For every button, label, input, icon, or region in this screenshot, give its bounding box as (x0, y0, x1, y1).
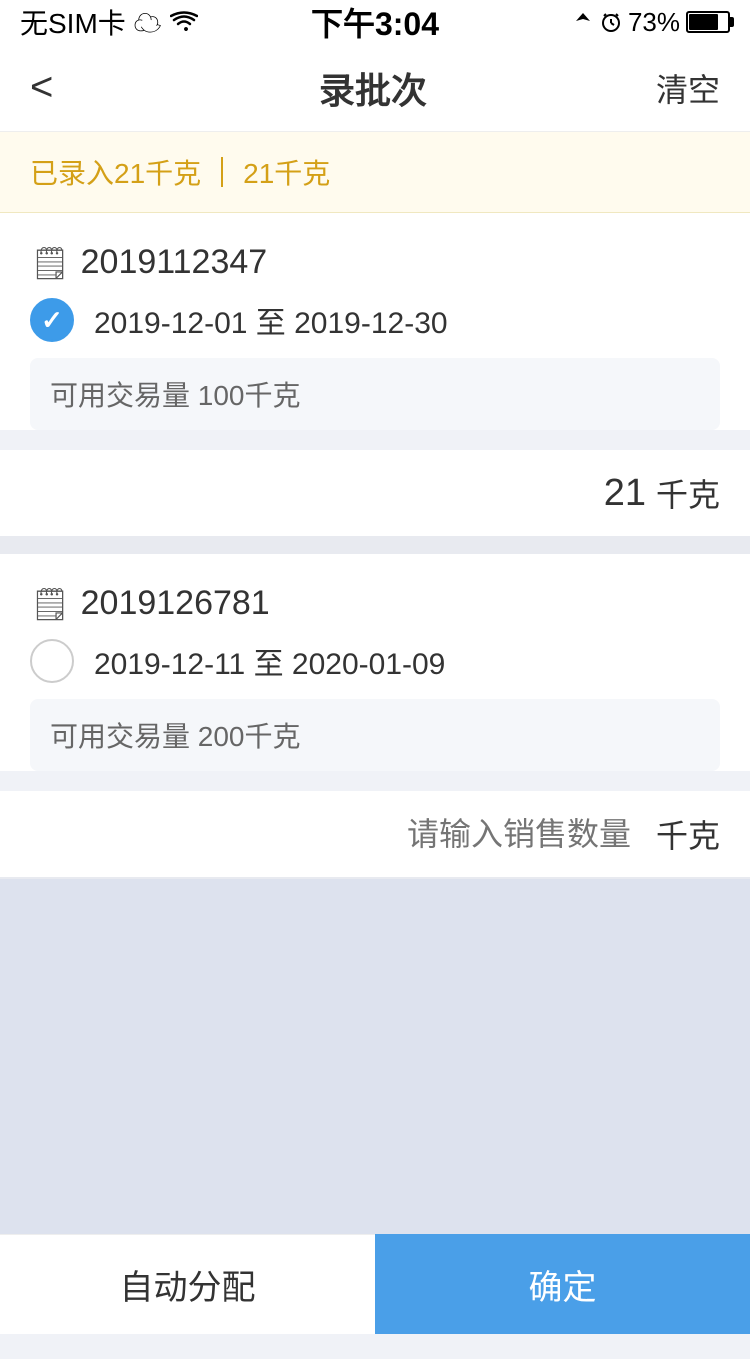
batch2-availability: 可用交易量 200千克 (30, 699, 720, 771)
batch2-row: 2019-12-11 至 2020-01-09 (30, 639, 720, 683)
status-left: 无SIM卡 ☁ (20, 2, 198, 42)
batch1-quantity-unit: 千克 (656, 470, 720, 516)
bottom-space (0, 879, 750, 1259)
batch2-input-row: 千克 (0, 791, 750, 879)
sim-label: 无SIM卡 ☁ (20, 2, 162, 42)
info-banner: 已录入21千克 21千克 (0, 132, 750, 213)
battery-percent: 73% (628, 7, 680, 38)
battery-icon (686, 11, 730, 33)
batch1-date-range: 2019-12-01 至 2019-12-30 (94, 298, 448, 342)
batch2-card: 🗒 2019126781 2019-12-11 至 2020-01-09 可用交… (0, 554, 750, 771)
batch1-quantity-row: 21 千克 (0, 450, 750, 538)
batch2-availability-text: 可用交易量 200千克 (50, 721, 301, 752)
batch2-date-range: 2019-12-11 至 2020-01-09 (94, 639, 445, 683)
wifi-icon (170, 11, 198, 33)
status-right: 73% (572, 7, 730, 38)
alarm-icon (600, 11, 622, 33)
batch1-availability: 可用交易量 100千克 (30, 358, 720, 430)
batch1-card: 🗒 2019112347 2019-12-01 至 2019-12-30 可用交… (0, 213, 750, 430)
batch1-quantity-value: 21 (604, 472, 646, 515)
auto-distribute-button[interactable]: 自动分配 (0, 1234, 375, 1334)
batch2-radio[interactable] (30, 639, 74, 683)
status-bar: 无SIM卡 ☁ 下午3:04 73% (0, 0, 750, 44)
batch2-quantity-input[interactable] (346, 816, 646, 853)
back-button[interactable]: < (30, 65, 90, 110)
batch1-header: 🗒 2019112347 (30, 243, 720, 282)
bottom-bar: 自动分配 确定 (0, 1234, 750, 1334)
section-divider (0, 538, 750, 554)
batch2-unit: 千克 (656, 811, 720, 857)
confirm-button[interactable]: 确定 (375, 1234, 750, 1334)
batch1-radio[interactable] (30, 298, 74, 342)
batch1-doc-icon: 🗒 (30, 244, 71, 282)
batch2-doc-icon: 🗒 (30, 585, 71, 623)
total-amount: 21千克 (243, 152, 330, 192)
batch1-availability-text: 可用交易量 100千克 (50, 380, 301, 411)
status-time: 下午3:04 (311, 0, 439, 45)
main-content: 🗒 2019112347 2019-12-01 至 2019-12-30 可用交… (0, 213, 750, 1359)
batch1-id: 2019112347 (81, 243, 268, 282)
nav-bar: < 录批次 清空 (0, 44, 750, 132)
batch2-id: 2019126781 (81, 584, 270, 623)
page-title: 录批次 (319, 62, 427, 114)
clear-button[interactable]: 清空 (656, 65, 720, 111)
recorded-amount: 已录入21千克 (30, 152, 201, 192)
banner-divider (221, 157, 223, 187)
location-icon (572, 11, 594, 33)
batch2-header: 🗒 2019126781 (30, 584, 720, 623)
batch1-row: 2019-12-01 至 2019-12-30 (30, 298, 720, 342)
